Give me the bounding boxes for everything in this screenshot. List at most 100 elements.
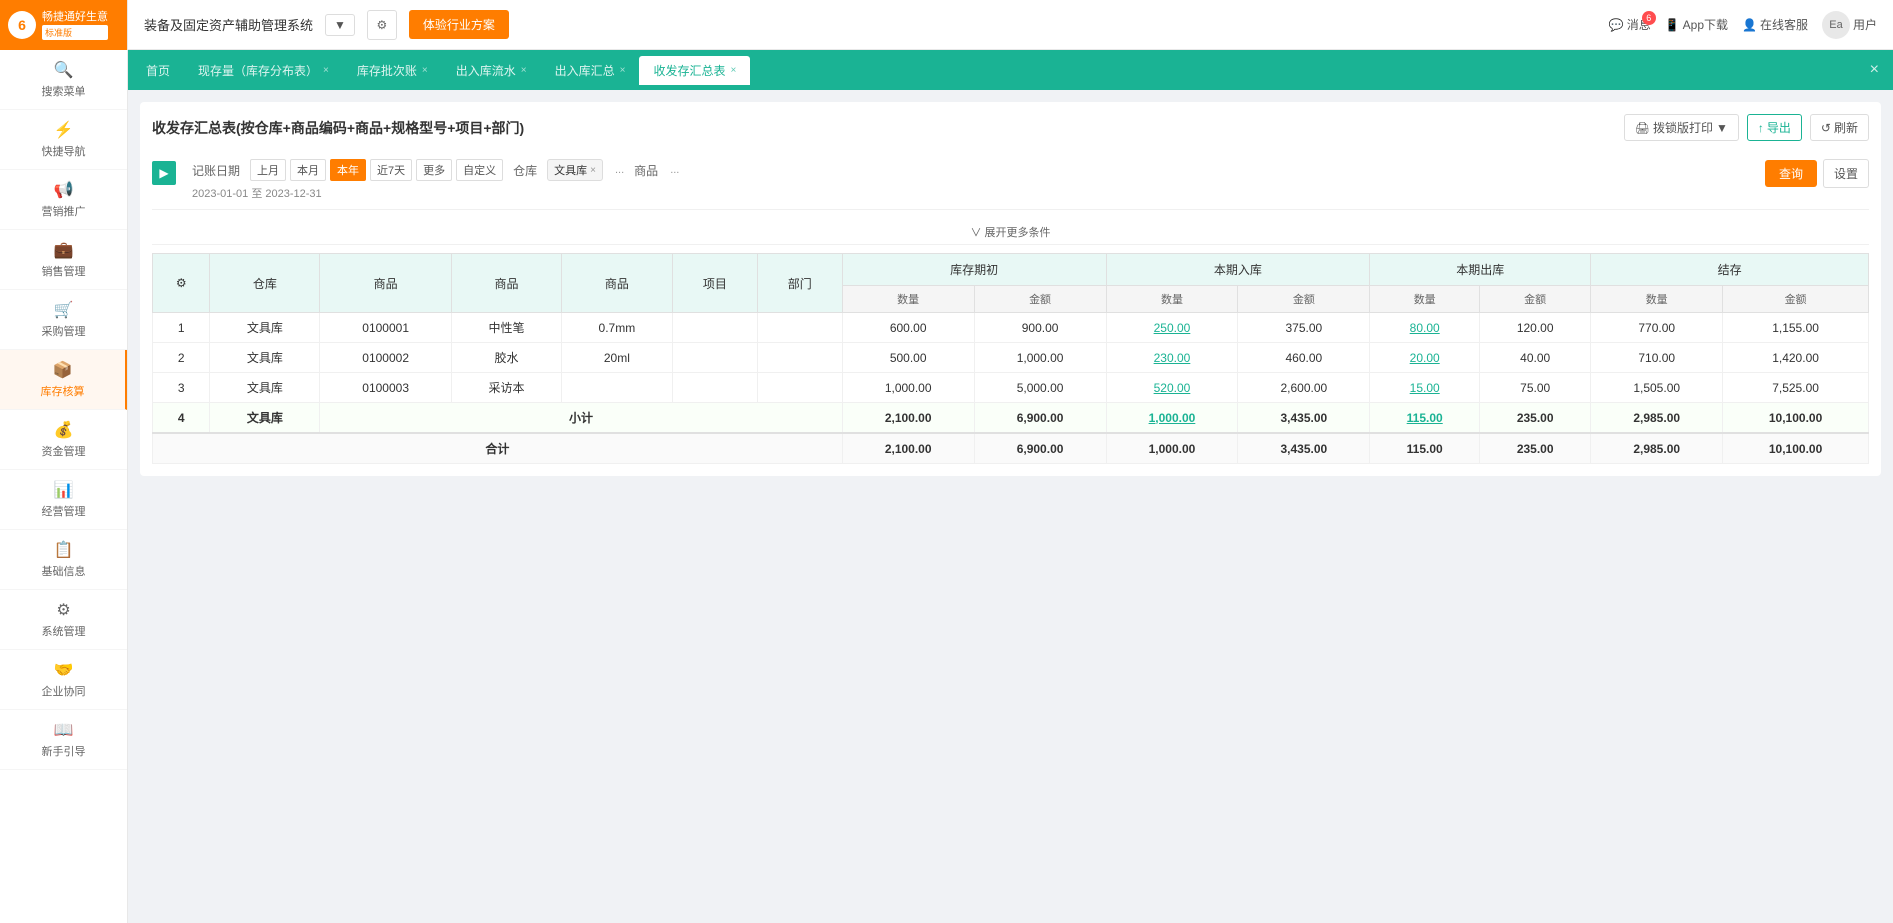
table-footer: 合计 2,100.00 6,900.00 1,000.00 3,435.00 1… bbox=[153, 433, 1869, 464]
row-goods: 中性笔 bbox=[452, 313, 562, 343]
goods-more[interactable]: ... bbox=[670, 164, 679, 176]
print-button[interactable]: 🖨 拨锁版打印 ▼ bbox=[1624, 114, 1739, 141]
refresh-button[interactable]: ↺ 刷新 bbox=[1810, 114, 1869, 141]
sidebar-item-enterprise[interactable]: 🤝 企业协同 bbox=[0, 650, 127, 710]
sidebar-item-guide[interactable]: 📖 新手引导 bbox=[0, 710, 127, 770]
phone-icon: 📱 bbox=[1665, 18, 1680, 32]
sidebar-item-sales[interactable]: 💼 销售管理 bbox=[0, 230, 127, 290]
subtotal-in-qty[interactable]: 1,000.00 bbox=[1106, 403, 1238, 434]
page-content: 收发存汇总表(按仓库+商品编码+商品+规格型号+项目+部门) 🖨 拨锁版打印 ▼… bbox=[128, 90, 1893, 923]
message-button[interactable]: 💬 消息 6 bbox=[1609, 16, 1651, 33]
sidebar-item-marketing[interactable]: 📢 营销推广 bbox=[0, 170, 127, 230]
sidebar-item-label: 搜索菜单 bbox=[42, 83, 86, 99]
date-btn-custom[interactable]: 自定义 bbox=[456, 159, 503, 181]
sidebar-item-inventory[interactable]: 📦 库存核算 bbox=[0, 350, 127, 410]
row-out-qty[interactable]: 80.00 bbox=[1370, 313, 1480, 343]
row-close-amt: 1,420.00 bbox=[1723, 343, 1869, 373]
row-open-amt: 1,000.00 bbox=[974, 343, 1106, 373]
export-button[interactable]: ↑ 导出 bbox=[1747, 114, 1802, 141]
total-label: 合计 bbox=[153, 433, 843, 464]
online-service-label: 在线客服 bbox=[1760, 16, 1808, 33]
total-in-amt: 3,435.00 bbox=[1238, 433, 1370, 464]
warehouse-tag-remove[interactable]: × bbox=[590, 165, 596, 176]
row-no: 3 bbox=[153, 373, 210, 403]
sidebar-item-label: 基础信息 bbox=[42, 563, 86, 579]
tab-receive-send[interactable]: 收发存汇总表 × bbox=[639, 56, 750, 85]
row-in-qty[interactable]: 230.00 bbox=[1106, 343, 1238, 373]
inventory-icon: 📦 bbox=[53, 360, 73, 380]
tab-close-icon[interactable]: × bbox=[730, 65, 736, 76]
total-close-qty: 2,985.00 bbox=[1591, 433, 1723, 464]
row-out-qty[interactable]: 20.00 bbox=[1370, 343, 1480, 373]
system-title: 装备及固定资产辅助管理系统 bbox=[144, 15, 313, 34]
col-goods-spec: 商品 bbox=[561, 254, 672, 313]
subtotal-open-qty: 2,100.00 bbox=[842, 403, 974, 434]
tab-summary[interactable]: 出入库汇总 × bbox=[541, 56, 640, 85]
row-close-qty: 710.00 bbox=[1591, 343, 1723, 373]
tab-label: 收发存汇总表 bbox=[653, 62, 725, 79]
row-in-qty[interactable]: 250.00 bbox=[1106, 313, 1238, 343]
sidebar-item-quicknav[interactable]: ⚡ 快捷导航 bbox=[0, 110, 127, 170]
tab-flow[interactable]: 出入库流水 × bbox=[442, 56, 541, 85]
notification-badge: 6 bbox=[1642, 11, 1656, 25]
col-close-qty: 数量 bbox=[1591, 286, 1723, 313]
date-btn-more[interactable]: 更多 bbox=[416, 159, 452, 181]
sidebar-item-system[interactable]: ⚙ 系统管理 bbox=[0, 590, 127, 650]
marketing-icon: 📢 bbox=[54, 180, 74, 200]
system-dropdown[interactable]: ▼ bbox=[325, 14, 355, 36]
row-in-qty[interactable]: 520.00 bbox=[1106, 373, 1238, 403]
tab-inventory-dist[interactable]: 现存量（库存分布表） × bbox=[184, 56, 343, 85]
basic-icon: 📋 bbox=[54, 540, 74, 560]
row-warehouse: 文具库 bbox=[210, 373, 320, 403]
sidebar-item-finance[interactable]: 💰 资金管理 bbox=[0, 410, 127, 470]
topbar-settings-button[interactable]: ⚙ bbox=[367, 10, 397, 40]
col-open-qty: 数量 bbox=[842, 286, 974, 313]
date-btn-this-year[interactable]: 本年 bbox=[330, 159, 366, 181]
online-service-button[interactable]: 👤 在线客服 bbox=[1742, 16, 1808, 33]
main-area: 装备及固定资产辅助管理系统 ▼ ⚙ 体验行业方案 💬 消息 6 📱 App下载 bbox=[128, 0, 1893, 923]
tab-close-icon[interactable]: × bbox=[620, 65, 626, 76]
row-out-amt: 120.00 bbox=[1480, 313, 1591, 343]
tab-close-icon[interactable]: × bbox=[521, 65, 527, 76]
subtotal-out-amt: 235.00 bbox=[1480, 403, 1591, 434]
warehouse-more[interactable]: ... bbox=[615, 164, 624, 176]
row-code: 0100003 bbox=[320, 373, 452, 403]
date-btn-this-month[interactable]: 本月 bbox=[290, 159, 326, 181]
try-industry-button[interactable]: 体验行业方案 bbox=[409, 10, 509, 39]
row-spec: 20ml bbox=[561, 343, 672, 373]
subtotal-in-amt: 3,435.00 bbox=[1238, 403, 1370, 434]
col-settings-header[interactable]: ⚙ bbox=[153, 254, 210, 313]
user-menu[interactable]: Ea 用户 bbox=[1822, 11, 1877, 39]
sidebar-item-basic[interactable]: 📋 基础信息 bbox=[0, 530, 127, 590]
date-btn-last-month[interactable]: 上月 bbox=[250, 159, 286, 181]
col-dept: 部门 bbox=[757, 254, 842, 313]
subtotal-label: 小计 bbox=[320, 403, 843, 434]
topbar: 装备及固定资产辅助管理系统 ▼ ⚙ 体验行业方案 💬 消息 6 📱 App下载 bbox=[128, 0, 1893, 50]
tabs-close-all-button[interactable]: × bbox=[1860, 61, 1889, 79]
page-header: 收发存汇总表(按仓库+商品编码+商品+规格型号+项目+部门) 🖨 拨锁版打印 ▼… bbox=[152, 114, 1869, 141]
row-out-qty[interactable]: 15.00 bbox=[1370, 373, 1480, 403]
sidebar-item-search[interactable]: 🔍 搜索菜单 bbox=[0, 50, 127, 110]
query-button[interactable]: 查询 bbox=[1765, 160, 1817, 187]
col-goods-name: 商品 bbox=[452, 254, 562, 313]
sidebar-item-label: 系统管理 bbox=[42, 623, 86, 639]
date-btn-7days[interactable]: 近7天 bbox=[370, 159, 412, 181]
row-in-amt: 2,600.00 bbox=[1238, 373, 1370, 403]
chevron-down-icon: ∨ bbox=[970, 227, 981, 239]
expand-more-button[interactable]: ∨ 展开更多条件 bbox=[970, 227, 1050, 239]
sidebar-item-operation[interactable]: 📊 经营管理 bbox=[0, 470, 127, 530]
row-spec: 0.7mm bbox=[561, 313, 672, 343]
subtotal-out-qty[interactable]: 115.00 bbox=[1370, 403, 1480, 434]
tab-close-icon[interactable]: × bbox=[323, 65, 329, 76]
refresh-icon: ↺ bbox=[1821, 121, 1831, 135]
tab-home[interactable]: 首页 bbox=[132, 56, 184, 85]
filter-settings-button[interactable]: 设置 bbox=[1823, 159, 1869, 188]
app-download-button[interactable]: 📱 App下载 bbox=[1665, 16, 1728, 33]
row-dept bbox=[757, 373, 842, 403]
tab-close-icon[interactable]: × bbox=[422, 65, 428, 76]
row-in-amt: 460.00 bbox=[1238, 343, 1370, 373]
filter-expand-button[interactable]: ▶ bbox=[152, 161, 176, 185]
row-code: 0100001 bbox=[320, 313, 452, 343]
sidebar-item-purchase[interactable]: 🛒 采购管理 bbox=[0, 290, 127, 350]
tab-batch[interactable]: 库存批次账 × bbox=[343, 56, 442, 85]
